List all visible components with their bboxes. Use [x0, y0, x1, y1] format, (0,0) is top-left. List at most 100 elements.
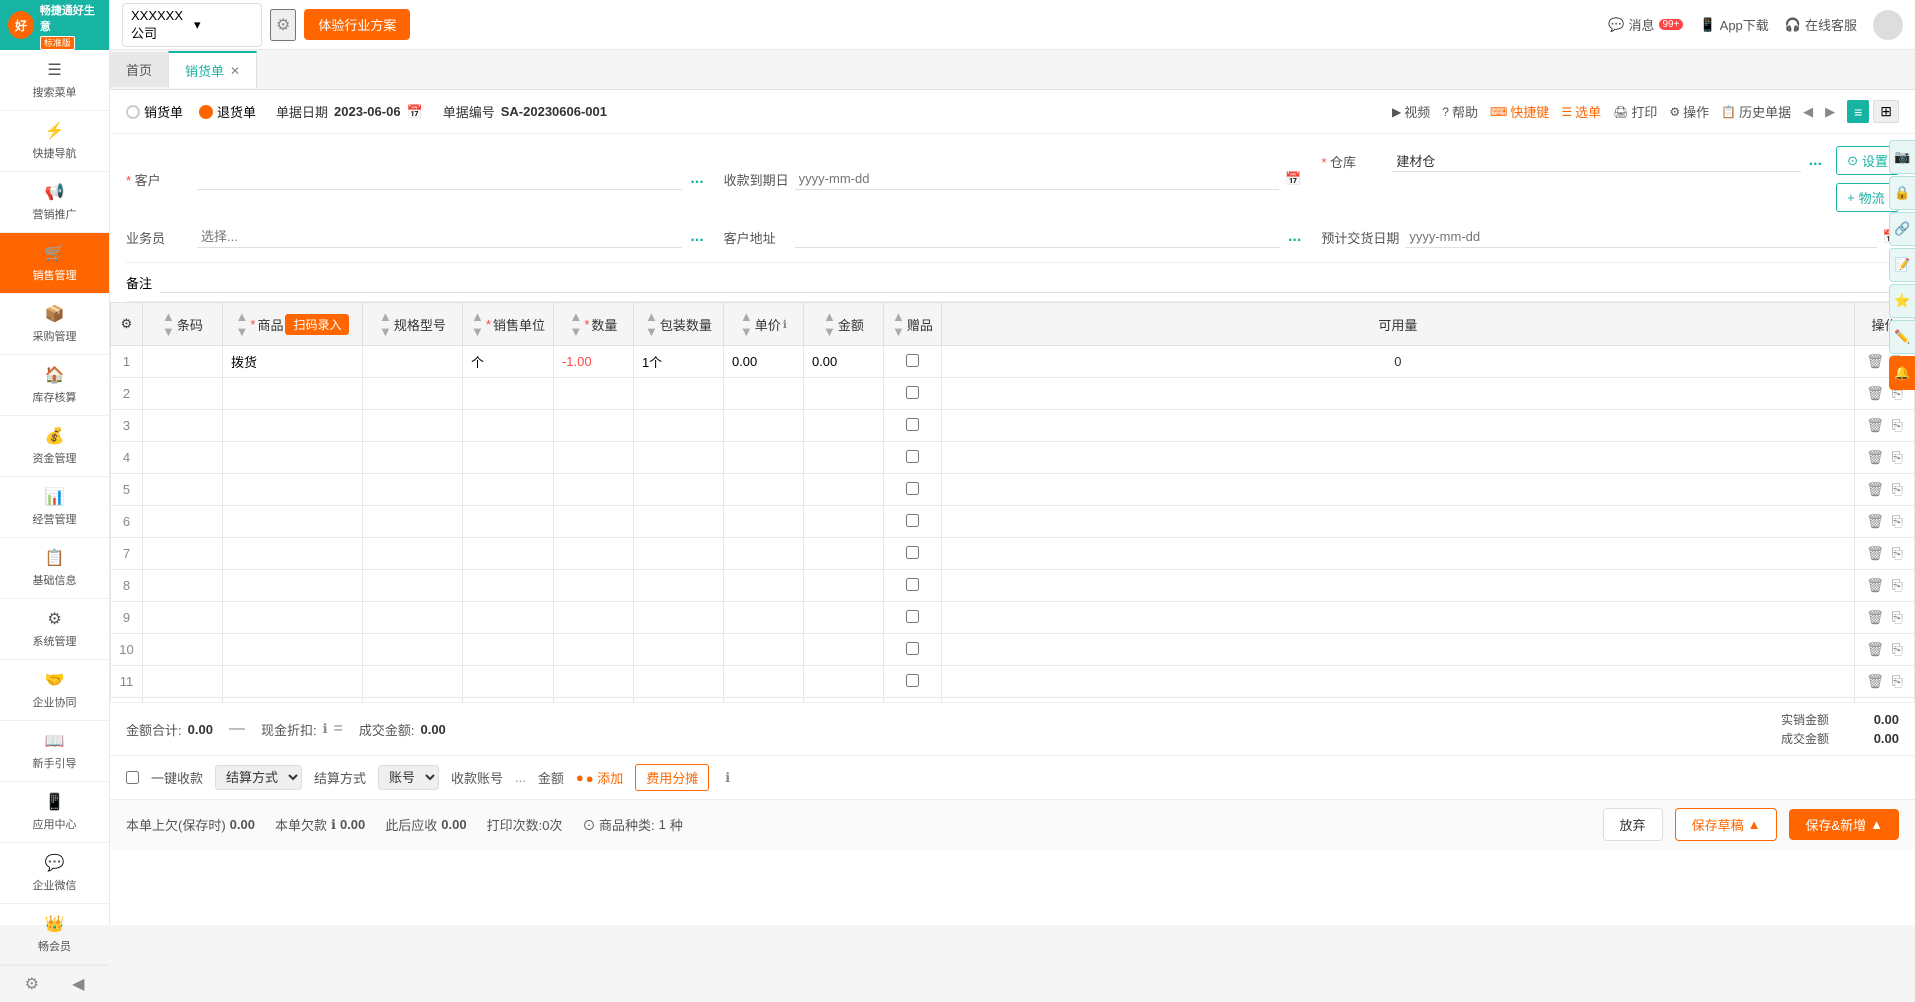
- copy-row-btn-3[interactable]: ⎘: [1890, 447, 1905, 468]
- cell-qty-5[interactable]: [553, 506, 633, 538]
- cell-spec-3[interactable]: [363, 442, 463, 474]
- cell-unit-0[interactable]: [463, 346, 554, 378]
- cell-gift-5[interactable]: [883, 506, 941, 538]
- sidebar-item-collab[interactable]: 🤝 企业协同: [0, 660, 109, 721]
- cell-barcode-4[interactable]: [143, 474, 223, 506]
- cell-spec-4[interactable]: [363, 474, 463, 506]
- copy-row-btn-7[interactable]: ⎘: [1890, 575, 1905, 596]
- video-btn[interactable]: ▶ 视频: [1392, 102, 1430, 121]
- cell-gift-3[interactable]: [883, 442, 941, 474]
- cell-unit-5[interactable]: [463, 506, 554, 538]
- cell-price-5[interactable]: [723, 506, 803, 538]
- radio-return-order[interactable]: 退货单: [199, 102, 256, 121]
- sidebar-item-system[interactable]: ⚙ 系统管理: [0, 599, 109, 660]
- cell-amount-8[interactable]: [803, 602, 883, 634]
- due-date-calendar-icon[interactable]: 📅: [1285, 171, 1301, 187]
- copy-row-btn-4[interactable]: ⎘: [1890, 479, 1905, 500]
- payment-account-select[interactable]: 账号: [378, 765, 439, 790]
- cell-product-4[interactable]: [223, 474, 363, 506]
- customer-address-input[interactable]: [795, 226, 1280, 248]
- scan-btn[interactable]: 扫码录入: [285, 314, 349, 335]
- select-btn[interactable]: ☰ 选单: [1561, 102, 1601, 121]
- fee-btn[interactable]: 费用分摊: [635, 764, 709, 791]
- user-avatar[interactable]: [1873, 10, 1903, 40]
- one-click-pay-checkbox[interactable]: [126, 771, 139, 784]
- delete-row-btn-8[interactable]: 🗑: [1864, 607, 1886, 628]
- cell-spec-10[interactable]: [363, 666, 463, 698]
- cell-price-4[interactable]: [723, 474, 803, 506]
- cell-barcode-6[interactable]: [143, 538, 223, 570]
- cell-qty-2[interactable]: [553, 410, 633, 442]
- cell-unit-8[interactable]: [463, 602, 554, 634]
- sidebar-item-vip[interactable]: 👑 畅会员: [0, 904, 109, 965]
- cell-unit-1[interactable]: [463, 378, 554, 410]
- save-draft-button[interactable]: 保存草稿 ▲: [1675, 808, 1778, 841]
- cell-pkg-qty-7[interactable]: [633, 570, 723, 602]
- cell-gift-7[interactable]: [883, 570, 941, 602]
- copy-row-btn-6[interactable]: ⎘: [1890, 543, 1905, 564]
- message-button[interactable]: 💬 消息 99+: [1608, 15, 1683, 34]
- operate-btn[interactable]: ⚙ 操作: [1669, 102, 1709, 121]
- right-panel-btn-1[interactable]: 📷: [1889, 140, 1915, 174]
- cell-amount-7[interactable]: [803, 570, 883, 602]
- right-panel-btn-6[interactable]: ✏️: [1889, 320, 1915, 354]
- sidebar-item-guide[interactable]: 📖 新手引导: [0, 721, 109, 782]
- cell-gift-10[interactable]: [883, 666, 941, 698]
- cell-amount-2[interactable]: [803, 410, 883, 442]
- cell-pkg-qty-5[interactable]: [633, 506, 723, 538]
- cell-price-2[interactable]: [723, 410, 803, 442]
- sidebar-item-sales[interactable]: 🛒 销售管理: [0, 233, 109, 294]
- cell-unit-6[interactable]: [463, 538, 554, 570]
- expected-date-input[interactable]: [1405, 226, 1876, 248]
- delete-row-btn-4[interactable]: 🗑: [1864, 479, 1886, 500]
- customer-address-more-btn[interactable]: ...: [1288, 228, 1301, 246]
- cell-spec-5[interactable]: [363, 506, 463, 538]
- cell-amount-5[interactable]: [803, 506, 883, 538]
- right-panel-btn-3[interactable]: 🔗: [1889, 212, 1915, 246]
- cell-product-5[interactable]: [223, 506, 363, 538]
- cell-product-2[interactable]: [223, 410, 363, 442]
- discard-button[interactable]: 放弃: [1603, 808, 1663, 841]
- salesperson-input[interactable]: [197, 226, 682, 248]
- cell-pkg-qty-0[interactable]: [633, 346, 723, 378]
- cell-product-8[interactable]: [223, 602, 363, 634]
- cell-price-9[interactable]: [723, 634, 803, 666]
- delete-row-btn-3[interactable]: 🗑: [1864, 447, 1886, 468]
- sidebar-item-marketing[interactable]: 📢 营销推广: [0, 172, 109, 233]
- sidebar-item-basic[interactable]: 📋 基础信息: [0, 538, 109, 599]
- owed-info-icon[interactable]: ℹ: [331, 817, 336, 833]
- warehouse-more-btn[interactable]: ...: [1809, 152, 1822, 170]
- cell-qty-4[interactable]: [553, 474, 633, 506]
- cell-barcode-9[interactable]: [143, 634, 223, 666]
- delete-row-btn-1[interactable]: 🗑: [1864, 383, 1886, 404]
- right-panel-btn-5[interactable]: ⭐: [1889, 284, 1915, 318]
- print-btn[interactable]: 🖨 打印: [1613, 102, 1657, 121]
- payment-more-btn[interactable]: ...: [515, 770, 526, 785]
- cell-pkg-qty-6[interactable]: [633, 538, 723, 570]
- add-payment-btn[interactable]: ● ● 添加: [576, 768, 623, 787]
- product-type[interactable]: ⊙ 商品种类: 1 种: [582, 815, 682, 834]
- cell-gift-8[interactable]: [883, 602, 941, 634]
- cell-qty-10[interactable]: [553, 666, 633, 698]
- history-btn[interactable]: 📋 历史单据: [1721, 102, 1791, 121]
- right-panel-btn-7[interactable]: 🔔: [1889, 356, 1915, 390]
- copy-row-btn-10[interactable]: ⎘: [1890, 671, 1905, 692]
- cell-price-7[interactable]: [723, 570, 803, 602]
- delete-row-btn-2[interactable]: 🗑: [1864, 415, 1886, 436]
- right-panel-btn-4[interactable]: 📝: [1889, 248, 1915, 282]
- online-service-button[interactable]: 🎧 在线客服: [1785, 15, 1857, 34]
- cell-unit-7[interactable]: [463, 570, 554, 602]
- settings-gear-button[interactable]: ⚙: [270, 9, 296, 41]
- cell-amount-6[interactable]: [803, 538, 883, 570]
- shortcut-btn[interactable]: ⌨ 快捷键: [1490, 102, 1549, 121]
- cell-gift-9[interactable]: [883, 634, 941, 666]
- cell-gift-0[interactable]: [883, 346, 941, 378]
- save-new-button[interactable]: 保存&新增 ▲: [1789, 809, 1899, 840]
- grid-view-btn[interactable]: ⊞: [1873, 100, 1899, 123]
- cell-price-10[interactable]: [723, 666, 803, 698]
- cell-price-3[interactable]: [723, 442, 803, 474]
- cell-barcode-0[interactable]: [143, 346, 223, 378]
- cell-pkg-qty-4[interactable]: [633, 474, 723, 506]
- copy-row-btn-9[interactable]: ⎘: [1890, 639, 1905, 660]
- cell-barcode-1[interactable]: [143, 378, 223, 410]
